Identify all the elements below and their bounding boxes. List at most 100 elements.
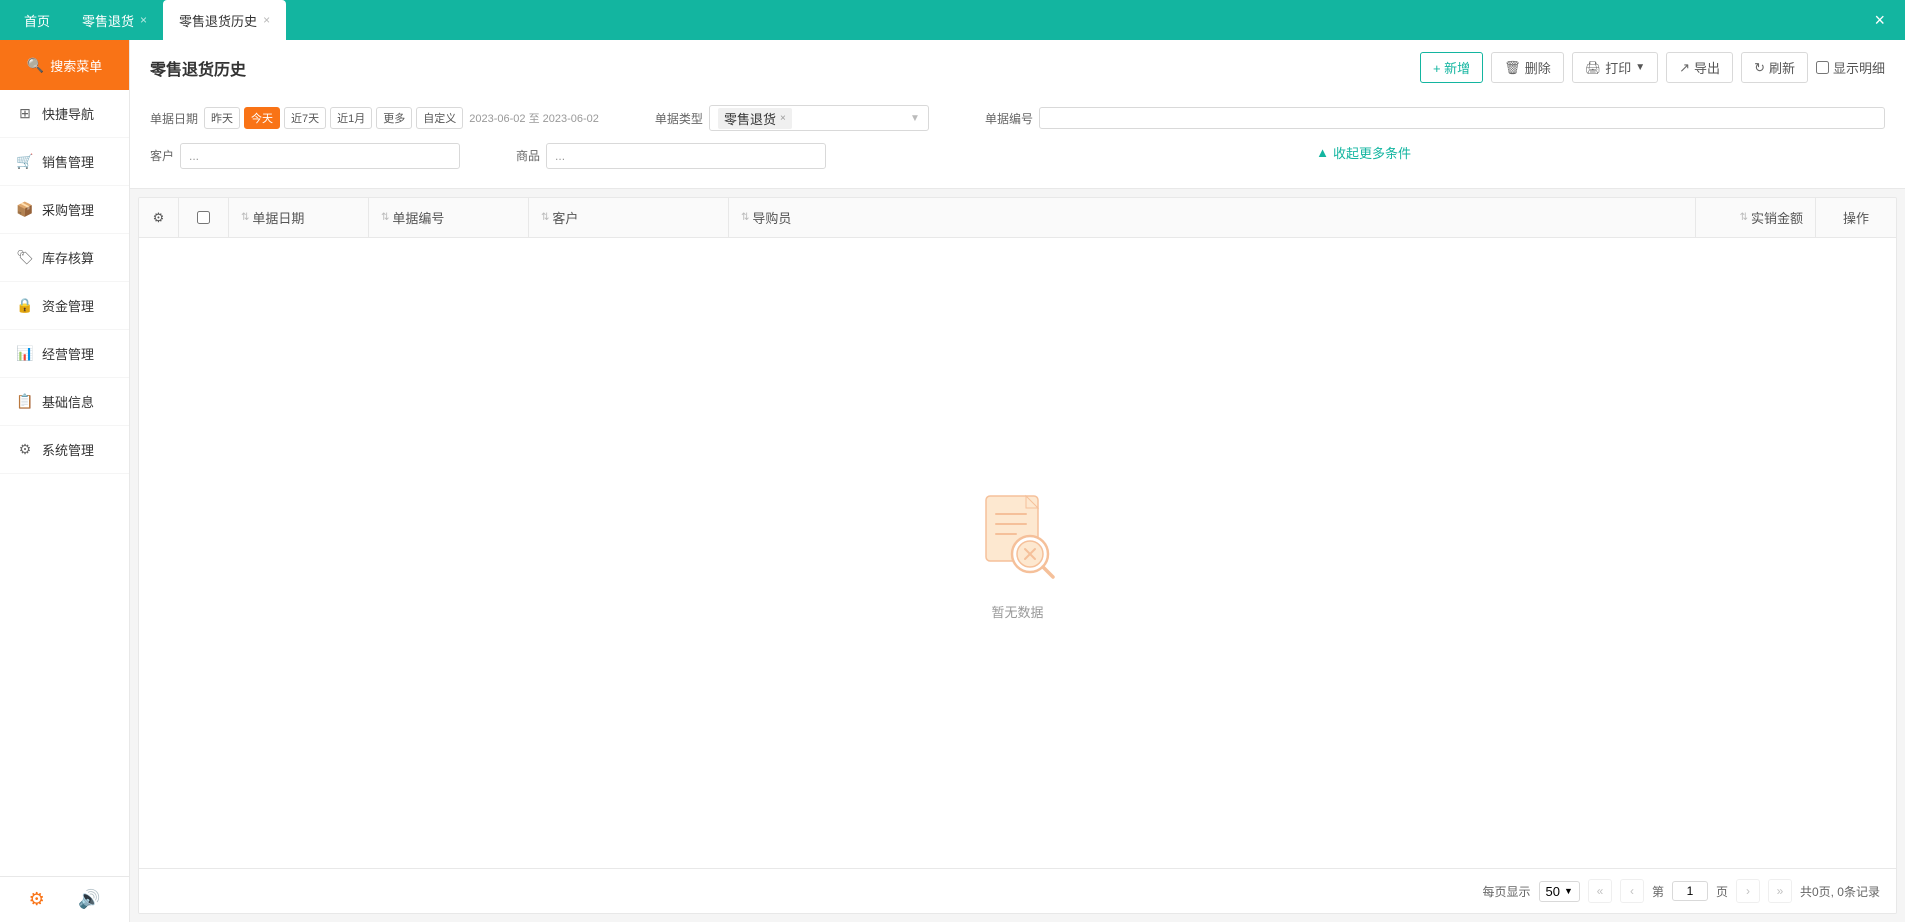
tab-home[interactable]: 首页 <box>8 0 66 40</box>
sidebar-item-inventory[interactable]: 🏷 库存核算 <box>0 234 129 282</box>
tab-retail-return-history-close[interactable]: × <box>263 13 270 27</box>
sidebar-item-finance[interactable]: 🔒 资金管理 <box>0 282 129 330</box>
filter-area: 单据日期 昨天 今天 近7天 近1月 更多 自定义 2023-06-02 至 2… <box>150 95 1885 188</box>
date-btn-yesterday[interactable]: 昨天 <box>204 107 240 129</box>
collapse-container: ▲ 收起更多条件 <box>842 141 1885 170</box>
delete-button-label: 删除 <box>1525 58 1551 77</box>
filter-row-2: 客户 ... 商品 ... <box>150 141 1885 170</box>
cart-icon: 🛒 <box>16 153 34 171</box>
doc-no-input[interactable] <box>1039 107 1885 129</box>
page-header: 零售退货历史 + 新增 🗑 删除 🖨 打印 ▼ ↗ <box>130 40 1905 189</box>
th-settings[interactable]: ⚙ <box>139 198 179 237</box>
table-header: ⚙ ⇅ 单据日期 ⇅ 单据编号 ⇅ 客户 ⇅ <box>139 198 1896 238</box>
th-amount[interactable]: ⇅ 实销金额 <box>1696 198 1816 237</box>
th-customer-label: 客户 <box>552 208 578 227</box>
clipboard-icon: 📋 <box>16 393 34 411</box>
goods-filter: 商品 ... <box>516 143 826 169</box>
doc-type-tag-close[interactable]: × <box>780 113 786 124</box>
sidebar-item-purchase-mgmt[interactable]: 📦 采购管理 <box>0 186 129 234</box>
sidebar-item-label: 快捷导航 <box>42 104 94 123</box>
date-btn-7days[interactable]: 近7天 <box>284 107 326 129</box>
toolbar: + 新增 🗑 删除 🖨 打印 ▼ ↗ 导出 <box>1420 52 1885 83</box>
sidebar-item-label: 销售管理 <box>42 152 94 171</box>
doc-no-filter: 单据编号 <box>985 107 1885 129</box>
display-detail-input[interactable] <box>1816 61 1829 74</box>
date-btn-custom[interactable]: 自定义 <box>416 107 463 129</box>
collapse-button[interactable]: ▲ 收起更多条件 <box>1308 141 1419 164</box>
doc-type-tag-value: 零售退货 <box>724 109 776 128</box>
tab-retail-return[interactable]: 零售退货 × <box>66 0 163 40</box>
th-doc-no[interactable]: ⇅ 单据编号 <box>369 198 529 237</box>
display-detail-checkbox[interactable]: 显示明细 <box>1816 58 1885 77</box>
filter-row-1: 单据日期 昨天 今天 近7天 近1月 更多 自定义 2023-06-02 至 2… <box>150 105 1885 131</box>
doc-type-tag: 零售退货 × <box>718 108 792 129</box>
tab-retail-return-close[interactable]: × <box>140 13 147 27</box>
sidebar-item-system[interactable]: ⚙ 系统管理 <box>0 426 129 474</box>
customer-filter-label: 客户 <box>150 147 174 164</box>
home-icon: ⊞ <box>16 105 34 123</box>
next-page-button[interactable]: › <box>1736 879 1760 903</box>
audio-icon[interactable]: 🔊 <box>78 889 100 910</box>
window-close-button[interactable]: × <box>1862 10 1897 31</box>
page-label: 页 <box>1716 883 1728 900</box>
main-layout: 🔍 搜索菜单 ⊞ 快捷导航 🛒 销售管理 📦 采购管理 🏷 库存核算 🔒 资金管… <box>0 40 1905 922</box>
export-button[interactable]: ↗ 导出 <box>1666 52 1733 83</box>
tag-icon: 🏷 <box>16 249 34 267</box>
gear-icon: ⚙ <box>16 441 34 459</box>
th-guide[interactable]: ⇅ 导购员 <box>729 198 1696 237</box>
date-btn-1month[interactable]: 近1月 <box>330 107 372 129</box>
sidebar-item-quick-nav[interactable]: ⊞ 快捷导航 <box>0 90 129 138</box>
sidebar-item-label: 采购管理 <box>42 200 94 219</box>
top-bar: 首页 零售退货 × 零售退货历史 × × <box>0 0 1905 40</box>
customer-select[interactable]: ... <box>180 143 460 169</box>
sidebar-search[interactable]: 🔍 搜索菜单 <box>0 40 129 90</box>
tab-retail-return-history[interactable]: 零售退货历史 × <box>163 0 286 40</box>
tab-retail-return-history-label: 零售退货历史 <box>179 11 257 30</box>
sidebar-item-label: 资金管理 <box>42 296 94 315</box>
refresh-button[interactable]: ↻ 刷新 <box>1741 52 1808 83</box>
th-checkbox[interactable] <box>179 198 229 237</box>
sort-asc-icon-5: ⇅ <box>1740 212 1748 223</box>
export-icon: ↗ <box>1679 60 1690 76</box>
date-btn-today[interactable]: 今天 <box>244 107 280 129</box>
th-customer[interactable]: ⇅ 客户 <box>529 198 729 237</box>
sidebar-item-sales-mgmt[interactable]: 🛒 销售管理 <box>0 138 129 186</box>
table-area: ⚙ ⇅ 单据日期 ⇅ 单据编号 ⇅ 客户 ⇅ <box>138 197 1897 914</box>
date-filter-label: 单据日期 <box>150 110 198 127</box>
print-icon: 🖨 <box>1585 60 1602 76</box>
page-number-input[interactable] <box>1672 881 1708 901</box>
new-button[interactable]: + 新增 <box>1420 52 1483 83</box>
th-date[interactable]: ⇅ 单据日期 <box>229 198 369 237</box>
empty-icon <box>968 486 1068 586</box>
prev-page-button[interactable]: ‹ <box>1620 879 1644 903</box>
date-btn-more[interactable]: 更多 <box>376 107 412 129</box>
sidebar-item-basic-info[interactable]: 📋 基础信息 <box>0 378 129 426</box>
delete-button[interactable]: 🗑 删除 <box>1491 52 1564 83</box>
date-shortcuts: 昨天 今天 近7天 近1月 更多 自定义 <box>204 107 463 129</box>
sidebar-item-label: 基础信息 <box>42 392 94 411</box>
display-detail-label: 显示明细 <box>1833 58 1885 77</box>
doc-type-dropdown-icon: ▼ <box>910 113 920 124</box>
sidebar-item-operations[interactable]: 📊 经营管理 <box>0 330 129 378</box>
goods-filter-label: 商品 <box>516 147 540 164</box>
goods-select[interactable]: ... <box>546 143 826 169</box>
first-page-button[interactable]: « <box>1588 879 1612 903</box>
settings-bottom-icon[interactable]: ⚙ <box>29 889 45 910</box>
sort-asc-icon: ⇅ <box>241 212 249 223</box>
doc-type-filter: 单据类型 零售退货 × ▼ <box>655 105 929 131</box>
page-title-row: 零售退货历史 + 新增 🗑 删除 🖨 打印 ▼ ↗ <box>150 52 1885 83</box>
print-button[interactable]: 🖨 打印 ▼ <box>1572 52 1658 83</box>
top-bar-right: × <box>1862 10 1897 31</box>
sidebar-item-label: 库存核算 <box>42 248 94 267</box>
tab-retail-return-label: 零售退货 <box>82 11 134 30</box>
page-size-select[interactable]: 50 ▼ <box>1539 881 1580 902</box>
settings-icon: ⚙ <box>153 210 165 226</box>
select-all-checkbox[interactable] <box>197 211 210 224</box>
doc-type-select[interactable]: 零售退货 × ▼ <box>709 105 929 131</box>
total-info: 共0页, 0条记录 <box>1800 883 1880 900</box>
print-button-label: 打印 <box>1605 58 1631 77</box>
last-page-button[interactable]: » <box>1768 879 1792 903</box>
date-range-display: 2023-06-02 至 2023-06-02 <box>469 110 599 126</box>
page-size-value: 50 <box>1546 884 1560 899</box>
tab-home-label: 首页 <box>24 11 50 30</box>
